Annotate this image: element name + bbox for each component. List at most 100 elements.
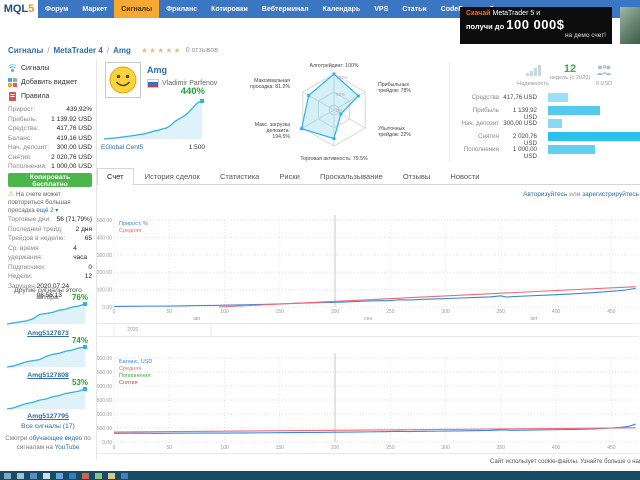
svg-text:Средняя: Средняя xyxy=(119,228,141,234)
broker-row: EGlobal Cent5 1:500 xyxy=(101,144,205,151)
copy-free-button[interactable]: Копировать бесплатно xyxy=(8,173,92,188)
warning-icon: ⚠ xyxy=(8,191,15,198)
ad-thumbnail[interactable] xyxy=(620,7,640,44)
login-link[interactable]: Авторизуйтесь xyxy=(523,191,567,198)
tab-slippage[interactable]: Проскальзывание xyxy=(311,169,392,185)
tab-statistics[interactable]: Статистика xyxy=(211,169,268,185)
nav-item-freelance[interactable]: Фриланс xyxy=(159,0,204,18)
withdrawals-row: Снятия 2 020,76 USD xyxy=(451,131,640,147)
reliability-label: Надежность xyxy=(517,81,549,87)
youtube-link[interactable]: YouTube xyxy=(55,444,80,451)
taskbar-icon[interactable] xyxy=(82,472,89,479)
nav-item-signals[interactable]: Сигналы xyxy=(114,0,160,18)
svg-text:300: 300 xyxy=(441,309,450,315)
ad-line1: Скачай MetaTrader 5 и xyxy=(466,10,541,17)
ad-line3: на демо счет! xyxy=(564,32,606,39)
svg-text:250: 250 xyxy=(386,445,395,451)
svg-text:194.5%: 194.5% xyxy=(272,134,290,140)
deposit-bar xyxy=(548,119,562,128)
svg-text:350: 350 xyxy=(497,309,506,315)
warning-more-link[interactable]: ещё 2 ▾ xyxy=(36,207,58,214)
breadcrumb-separator: / xyxy=(47,46,50,55)
svg-text:450: 450 xyxy=(607,309,616,315)
page-title: Amg xyxy=(147,65,167,75)
reviews-count: 0 отзывов xyxy=(185,47,218,54)
stat-row: Ср. время удержания: 4 часа xyxy=(8,244,88,262)
stat-row: Средства: 417,76 USD xyxy=(8,125,92,132)
tab-reviews[interactable]: Отзывы xyxy=(394,169,439,185)
svg-text:500.00: 500.00 xyxy=(97,218,112,224)
taskbar-icon[interactable] xyxy=(95,472,102,479)
svg-text:Торговая активность: 79.5%: Торговая активность: 79.5% xyxy=(300,156,368,162)
breadcrumb: Сигналы / MetaTrader 4/ Amg ★★★★★ 0 отзыв… xyxy=(8,46,218,55)
svg-text:0: 0 xyxy=(113,445,116,451)
stat-row: Прирост: 439,92% xyxy=(8,106,92,113)
breadcrumb-signal-name[interactable]: Amg xyxy=(113,46,131,55)
all-signals-link[interactable]: Все сигналы (17) xyxy=(4,423,92,430)
svg-text:Баланс, USD: Баланс, USD xyxy=(119,359,152,365)
divider xyxy=(449,62,450,162)
taskbar-icon[interactable] xyxy=(56,472,63,479)
breadcrumb-signals[interactable]: Сигналы xyxy=(8,46,43,55)
svg-text:3 000.00: 3 000.00 xyxy=(97,356,112,362)
auth-prompt: Авторизуйтесь или зарегистрируйтесь xyxy=(523,191,639,198)
tab-account[interactable]: Счет xyxy=(97,168,134,186)
growth-percent: 440% xyxy=(180,86,205,97)
main-content: Amg Vladimir Parfenov 440% EGlobal Cent5… xyxy=(96,60,640,460)
svg-text:200: 200 xyxy=(331,445,340,451)
metatrader-ad-banner[interactable]: Скачай MetaTrader 5 и получи до 100 000$… xyxy=(460,7,612,44)
taskbar-icon[interactable] xyxy=(108,472,115,479)
signal-link[interactable]: Amg5127795 xyxy=(4,413,92,420)
youtube-note: Смотри обучающее видео по сигналам на Yo… xyxy=(5,435,91,451)
svg-text:авг: авг xyxy=(193,316,200,322)
reliability-icon xyxy=(525,64,541,76)
nav-item-quotes[interactable]: Котировки xyxy=(204,0,255,18)
nav-item-forum[interactable]: Форум xyxy=(38,0,75,18)
balance-chart: 3 000.00 2 500.00 2 000.00 1 500.00 1 000.00… xyxy=(97,353,639,454)
svg-text:400.00: 400.00 xyxy=(97,235,112,241)
tab-news[interactable]: Новости xyxy=(441,169,488,185)
broker-link[interactable]: EGlobal Cent5 xyxy=(101,144,143,151)
svg-text:300: 300 xyxy=(441,445,450,451)
svg-text:100: 100 xyxy=(220,309,229,315)
funds-bar xyxy=(548,93,568,102)
stat-row: Снятия: 2 020,76 USD xyxy=(8,153,92,161)
register-link[interactable]: зарегистрируйтесь xyxy=(582,191,639,198)
taskbar-icon[interactable] xyxy=(121,472,128,479)
taskbar-icon[interactable] xyxy=(69,472,76,479)
svg-text:1 500.00: 1 500.00 xyxy=(97,398,112,404)
account-stats-list: Прирост: 439,92% Прибыль: 1 139,92 USD Сре… xyxy=(8,105,92,172)
svg-text:Снятия: Снятия xyxy=(119,380,138,386)
svg-text:50: 50 xyxy=(166,309,172,315)
withdrawals-bar xyxy=(548,132,640,141)
nav-item-articles[interactable]: Статьи xyxy=(395,0,433,18)
mql5-logo[interactable]: MQL 5 xyxy=(0,0,38,18)
tab-risks[interactable]: Риски xyxy=(270,169,308,185)
growth-chart: 500.00 400.00 300.00 200.00 100.00 0.000 50 100… xyxy=(97,215,639,337)
sidebar-item-rules[interactable]: Правила xyxy=(8,90,49,102)
nav-item-calendar[interactable]: Календарь xyxy=(316,0,368,18)
svg-text:400: 400 xyxy=(552,309,561,315)
subscribers-funds-value: 0 USD xyxy=(595,81,613,87)
signals-icon xyxy=(8,63,17,72)
sidebar-item-signals[interactable]: Сигналы xyxy=(8,62,49,74)
tutorial-video-link[interactable]: обучающее видео xyxy=(29,435,82,442)
nav-item-market[interactable]: Маркет xyxy=(75,0,114,18)
taskbar-icon[interactable] xyxy=(17,472,24,479)
profit-row: Прибыль 1 139,92 USD xyxy=(451,105,640,121)
sidebar-item-label: Добавить виджет xyxy=(21,78,78,86)
nav-item-vps[interactable]: VPS xyxy=(367,0,395,18)
taskbar-icon[interactable] xyxy=(4,472,11,479)
tab-trade-history[interactable]: История сделок xyxy=(136,169,209,185)
svg-text:Пополнения: Пополнения xyxy=(119,373,150,379)
svg-text:150: 150 xyxy=(276,309,285,315)
breadcrumb-mt4[interactable]: MetaTrader 4 xyxy=(53,46,102,55)
taskbar-icon[interactable] xyxy=(30,472,37,479)
svg-text:250: 250 xyxy=(386,309,395,315)
svg-text:Алготрейдинг: 100%: Алготрейдинг: 100% xyxy=(310,62,359,69)
nav-item-webterminal[interactable]: Вебтерминал xyxy=(255,0,316,18)
svg-text:50: 50 xyxy=(166,445,172,451)
sidebar-item-add-widget[interactable]: Добавить виджет xyxy=(8,76,77,88)
signal-sparkline xyxy=(6,387,87,410)
taskbar-icon[interactable] xyxy=(43,472,50,479)
